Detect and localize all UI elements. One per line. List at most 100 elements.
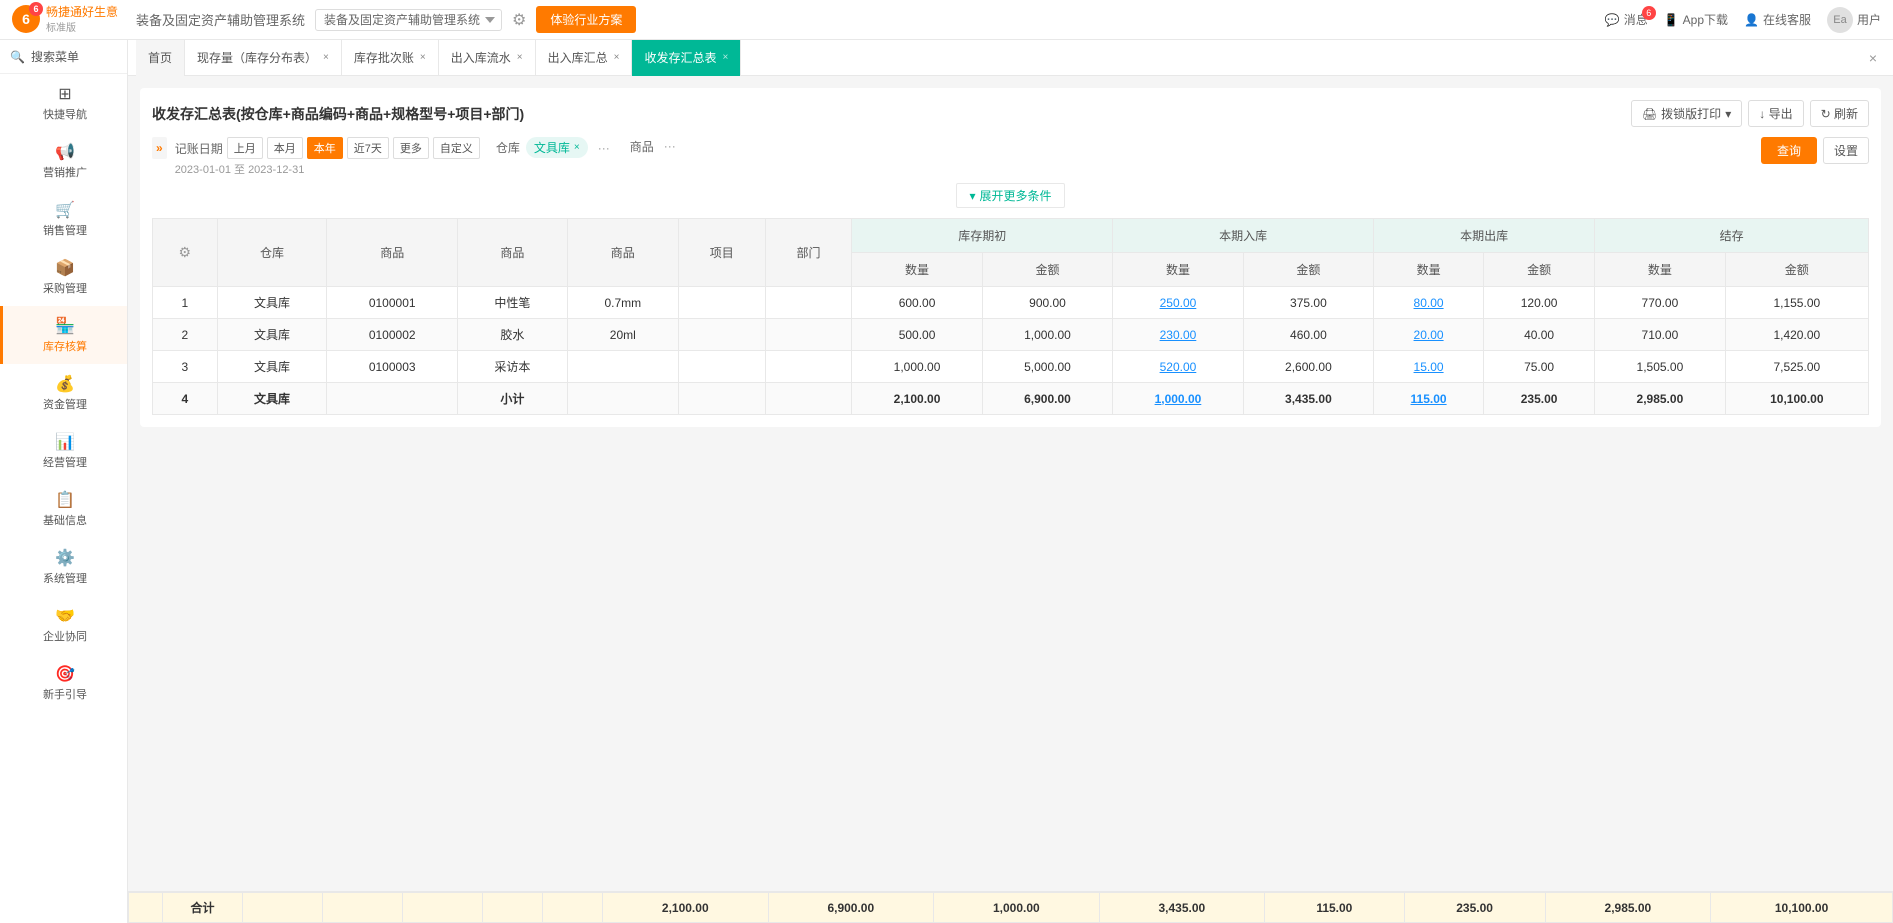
col-settings-header[interactable]: ⚙ [153, 219, 218, 287]
total-in-qty: 1,000.00 [934, 893, 1100, 923]
date-label: 记账日期 [175, 140, 223, 157]
tab-bar: 首页 现存量（库存分布表） × 库存批次账 × 出入库流水 × 出入库汇总 × [128, 40, 1893, 76]
system-select[interactable]: 装备及固定资产辅助管理系统 [315, 9, 502, 31]
gear-icon[interactable]: ⚙ [512, 10, 526, 30]
refresh-button[interactable]: ↻ 刷新 [1810, 100, 1869, 127]
total-spec [403, 893, 483, 923]
system-title: 装备及固定资产辅助管理系统 [136, 10, 305, 29]
settings-button[interactable]: 设置 [1823, 137, 1869, 164]
goods-filter-section: 商品 ··· [630, 137, 680, 155]
sidebar-item-quick-nav[interactable]: ⊞ 快捷导航 [0, 74, 127, 132]
sidebar-item-basic-info[interactable]: 📋 基础信息 [0, 480, 127, 538]
page-title: 收发存汇总表(按仓库+商品编码+商品+规格型号+项目+部门) [152, 104, 1631, 124]
tab-home[interactable]: 首页 [136, 40, 185, 76]
print-icon: 🖨 [1642, 107, 1657, 121]
tab-close-inout-flow[interactable]: × [517, 52, 523, 63]
sidebar-item-business[interactable]: 📊 经营管理 [0, 422, 127, 480]
notification-badge: 6 [1642, 6, 1656, 20]
inventory-icon: 🏪 [55, 316, 75, 336]
warehouse-more-btn[interactable]: ··· [594, 139, 614, 157]
quick-nav-icon: ⊞ [58, 84, 71, 104]
row1-in-qty[interactable]: 250.00 [1113, 287, 1243, 319]
row3-in-amt: 2,600.00 [1243, 351, 1373, 383]
row2-in-qty[interactable]: 230.00 [1113, 319, 1243, 351]
row2-bal-qty: 710.00 [1595, 319, 1725, 351]
row3-name: 采访本 [457, 351, 567, 383]
expand-more-button[interactable]: ▾ 展开更多条件 [956, 183, 1064, 208]
tab-stock-dist[interactable]: 现存量（库存分布表） × [185, 40, 342, 76]
export-button[interactable]: ↓ 导出 [1748, 100, 1803, 127]
row3-open-amt: 5,000.00 [982, 351, 1112, 383]
tab-close-stock-dist[interactable]: × [323, 52, 329, 63]
row3-out-qty[interactable]: 15.00 [1374, 351, 1484, 383]
subtotal-open-qty: 2,100.00 [852, 383, 982, 415]
sidebar-item-purchase[interactable]: 📦 采购管理 [0, 248, 127, 306]
tab-close-receive-summary[interactable]: × [722, 52, 728, 63]
date-btn-7days[interactable]: 近7天 [347, 137, 389, 159]
row1-name: 中性笔 [457, 287, 567, 319]
sidebar-item-sales[interactable]: 🛒 销售管理 [0, 190, 127, 248]
row1-project [678, 287, 765, 319]
app-download-item[interactable]: 📱 App下载 [1664, 11, 1728, 28]
warehouse-tag-close[interactable]: × [574, 142, 580, 153]
column-settings-icon[interactable]: ⚙ [179, 244, 192, 260]
row3-bal-amt: 7,525.00 [1725, 351, 1868, 383]
row3-out-amt: 75.00 [1484, 351, 1595, 383]
tab-batch[interactable]: 库存批次账 × [342, 40, 439, 76]
collapse-icon: » [156, 141, 163, 155]
row2-out-qty[interactable]: 20.00 [1374, 319, 1484, 351]
print-button[interactable]: 🖨 拨锁版打印 ▾ [1631, 100, 1742, 127]
tab-close-inout-summary[interactable]: × [614, 52, 620, 63]
date-btn-custom[interactable]: 自定义 [433, 137, 480, 159]
search-menu-item[interactable]: 🔍 搜索菜单 [0, 40, 127, 74]
tab-inout-flow[interactable]: 出入库流水 × [439, 40, 536, 76]
sidebar-item-finance[interactable]: 💰 资金管理 [0, 364, 127, 422]
marketing-icon: 📢 [55, 142, 75, 162]
row2-code: 0100002 [327, 319, 457, 351]
col-in-header: 本期入库 [1113, 219, 1374, 253]
collapse-toggle[interactable]: » [152, 137, 167, 159]
query-button[interactable]: 查询 [1761, 137, 1817, 164]
sidebar-item-collab[interactable]: 🤝 企业协同 [0, 596, 127, 654]
user-item[interactable]: Ea 用户 [1827, 7, 1881, 33]
row2-dept [765, 319, 852, 351]
col-out-qty: 数量 [1374, 253, 1484, 287]
experience-button[interactable]: 体验行业方案 [536, 6, 636, 33]
row3-no: 3 [153, 351, 218, 383]
date-btn-this-year[interactable]: 本年 [307, 137, 343, 159]
subtotal-out-amt: 235.00 [1484, 383, 1595, 415]
date-btn-more[interactable]: 更多 [393, 137, 429, 159]
tab-inout-summary[interactable]: 出入库汇总 × [536, 40, 633, 76]
sidebar-item-inventory[interactable]: 🏪 库存核算 [0, 306, 127, 364]
sidebar-item-system[interactable]: ⚙️ 系统管理 [0, 538, 127, 596]
tab-receive-summary[interactable]: 收发存汇总表 × [632, 40, 741, 76]
subtotal-name: 小计 [457, 383, 567, 415]
service-icon: 👤 [1744, 13, 1759, 27]
refresh-icon: ↻ [1821, 107, 1831, 121]
subtotal-out-qty[interactable]: 115.00 [1374, 383, 1484, 415]
total-name [323, 893, 403, 923]
row3-project [678, 351, 765, 383]
row3-bal-qty: 1,505.00 [1595, 351, 1725, 383]
export-icon: ↓ [1759, 107, 1765, 121]
date-btn-last-month[interactable]: 上月 [227, 137, 263, 159]
row1-out-qty[interactable]: 80.00 [1374, 287, 1484, 319]
subtotal-in-qty[interactable]: 1,000.00 [1113, 383, 1243, 415]
tab-end-close[interactable]: × [1861, 50, 1885, 66]
date-btn-this-month[interactable]: 本月 [267, 137, 303, 159]
col-balance-header: 结存 [1595, 219, 1869, 253]
col-warehouse-header: 仓库 [217, 219, 327, 287]
notification-item[interactable]: 💬 消息 6 [1605, 11, 1648, 28]
sidebar-item-marketing[interactable]: 📢 营销推广 [0, 132, 127, 190]
row3-in-qty[interactable]: 520.00 [1113, 351, 1243, 383]
date-range: 2023-01-01 至 2023-12-31 [175, 161, 480, 177]
online-service-item[interactable]: 👤 在线客服 [1744, 11, 1811, 28]
tab-close-batch[interactable]: × [420, 52, 426, 63]
row2-out-amt: 40.00 [1484, 319, 1595, 351]
filter-top: 记账日期 上月 本月 本年 近7天 更多 自定义 2023-01-01 至 20… [175, 137, 1869, 177]
data-table: ⚙ 仓库 商品 商品 商品 项目 部门 库存期初 本期入库 [152, 218, 1869, 415]
row1-open-amt: 900.00 [982, 287, 1112, 319]
top-bar: 6 6 畅捷通好生意 标准版 装备及固定资产辅助管理系统 装备及固定资产辅助管理… [0, 0, 1893, 40]
goods-more-btn[interactable]: ··· [660, 137, 680, 155]
sidebar-item-guide[interactable]: 🎯 新手引导 [0, 654, 127, 712]
